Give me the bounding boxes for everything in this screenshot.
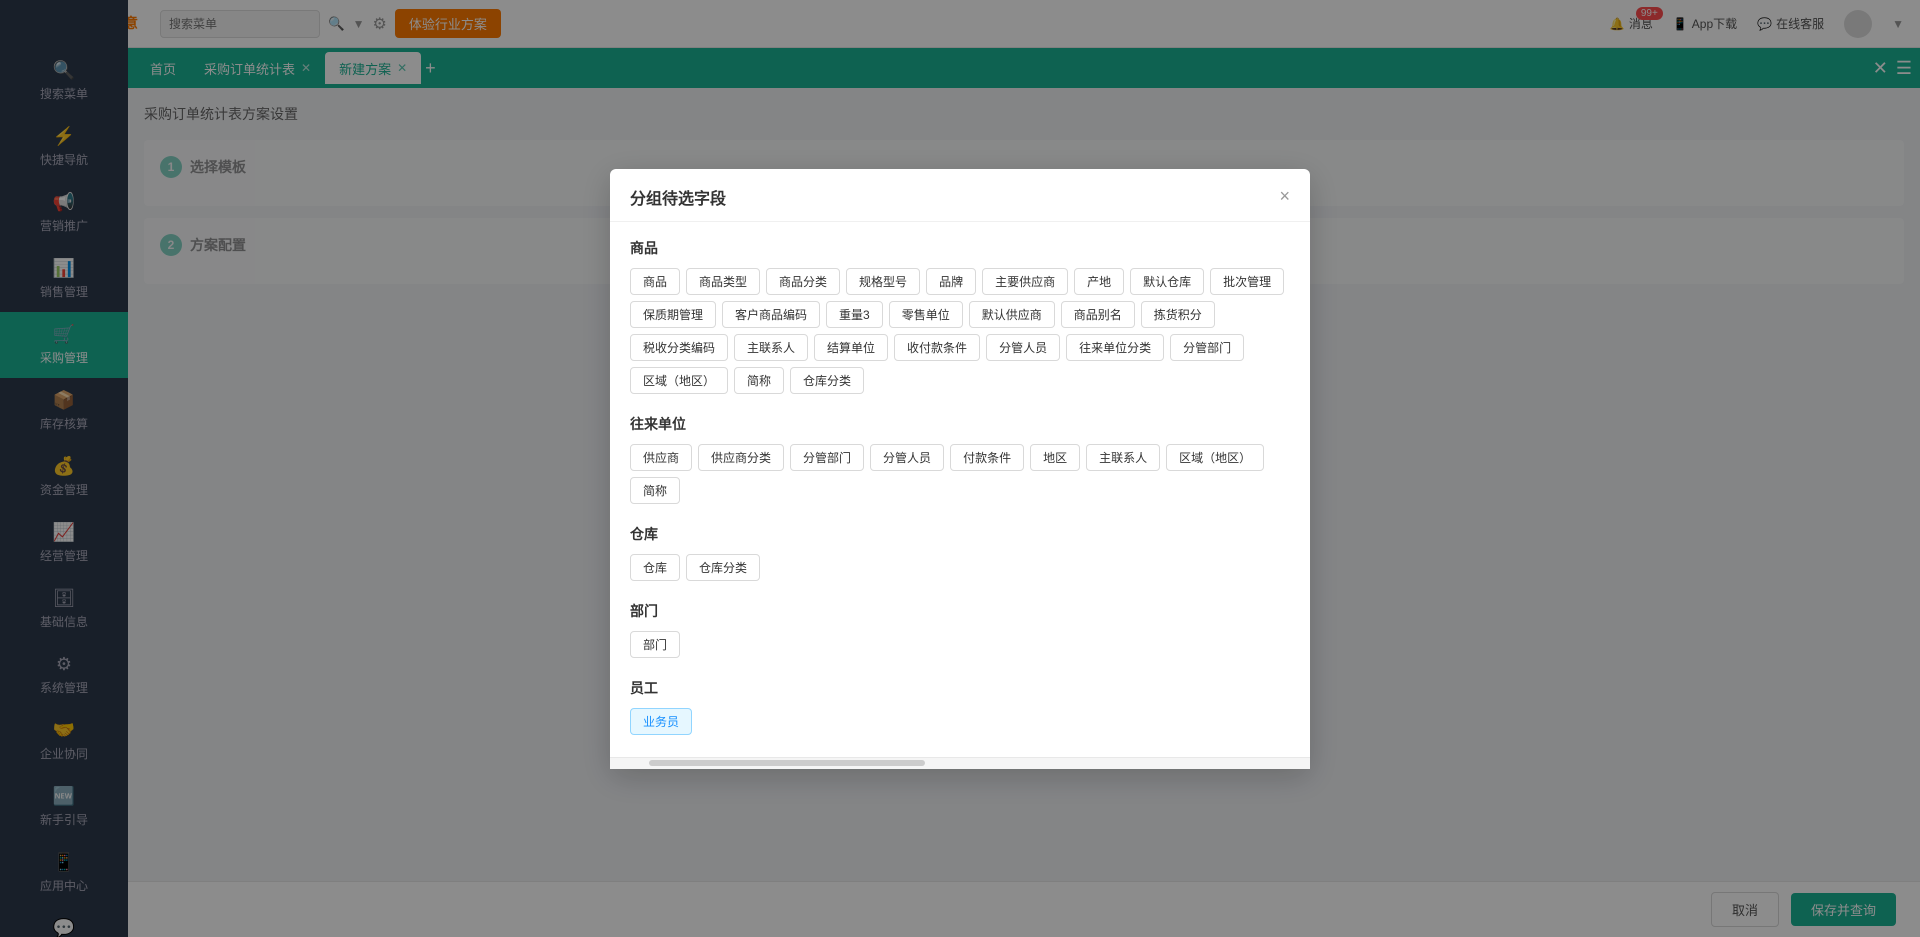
section-tags-goods: 商品商品类型商品分类规格型号品牌主要供应商产地默认仓库批次管理保质期管理客户商品… — [630, 268, 1290, 394]
field-tag-goods-15[interactable]: 拣货积分 — [1141, 301, 1215, 328]
section-tags-employee: 业务员 — [630, 708, 1290, 735]
modal-horizontal-scrollbar[interactable] — [610, 757, 1310, 769]
field-tag-goods-17[interactable]: 主联系人 — [734, 334, 808, 361]
field-tag-goods-8[interactable]: 批次管理 — [1210, 268, 1284, 295]
field-tag-goods-10[interactable]: 客户商品编码 — [722, 301, 820, 328]
field-tag-partner-5[interactable]: 地区 — [1030, 444, 1080, 471]
field-tag-goods-5[interactable]: 主要供应商 — [982, 268, 1068, 295]
field-tag-partner-1[interactable]: 供应商分类 — [698, 444, 784, 471]
section-title-warehouse: 仓库 — [630, 524, 1290, 544]
field-tag-partner-8[interactable]: 简称 — [630, 477, 680, 504]
field-tag-goods-0[interactable]: 商品 — [630, 268, 680, 295]
modal-close-button[interactable]: × — [1279, 186, 1290, 207]
modal-scrollbar-thumb[interactable] — [649, 760, 926, 766]
modal-section-warehouse: 仓库仓库仓库分类 — [630, 524, 1290, 581]
field-tag-goods-13[interactable]: 默认供应商 — [969, 301, 1055, 328]
modal-section-employee: 员工业务员 — [630, 678, 1290, 735]
field-tag-partner-7[interactable]: 区域（地区） — [1166, 444, 1264, 471]
modal-body: 商品商品商品类型商品分类规格型号品牌主要供应商产地默认仓库批次管理保质期管理客户… — [610, 222, 1310, 757]
field-tag-goods-18[interactable]: 结算单位 — [814, 334, 888, 361]
field-tag-goods-20[interactable]: 分管人员 — [986, 334, 1060, 361]
field-tag-goods-9[interactable]: 保质期管理 — [630, 301, 716, 328]
field-tag-goods-23[interactable]: 区域（地区） — [630, 367, 728, 394]
modal-title: 分组待选字段 — [630, 185, 726, 209]
field-tag-goods-22[interactable]: 分管部门 — [1170, 334, 1244, 361]
modal-section-goods: 商品商品商品类型商品分类规格型号品牌主要供应商产地默认仓库批次管理保质期管理客户… — [630, 238, 1290, 394]
field-tag-partner-4[interactable]: 付款条件 — [950, 444, 1024, 471]
field-tag-partner-2[interactable]: 分管部门 — [790, 444, 864, 471]
field-tag-goods-1[interactable]: 商品类型 — [686, 268, 760, 295]
field-tag-goods-19[interactable]: 收付款条件 — [894, 334, 980, 361]
field-tag-partner-6[interactable]: 主联系人 — [1086, 444, 1160, 471]
section-title-department: 部门 — [630, 601, 1290, 621]
field-tag-employee-0[interactable]: 业务员 — [630, 708, 692, 735]
section-tags-partner: 供应商供应商分类分管部门分管人员付款条件地区主联系人区域（地区） 简称 — [630, 444, 1290, 504]
modal-section-partner: 往来单位供应商供应商分类分管部门分管人员付款条件地区主联系人区域（地区） 简称 — [630, 414, 1290, 504]
modal-header: 分组待选字段 × — [610, 169, 1310, 222]
field-tag-goods-12[interactable]: 零售单位 — [889, 301, 963, 328]
field-tag-goods-21[interactable]: 往来单位分类 — [1066, 334, 1164, 361]
field-tag-partner-3[interactable]: 分管人员 — [870, 444, 944, 471]
section-title-partner: 往来单位 — [630, 414, 1290, 434]
field-tag-goods-16[interactable]: 税收分类编码 — [630, 334, 728, 361]
modal-section-department: 部门部门 — [630, 601, 1290, 658]
field-tag-goods-7[interactable]: 默认仓库 — [1130, 268, 1204, 295]
field-tag-department-0[interactable]: 部门 — [630, 631, 680, 658]
field-tag-partner-0[interactable]: 供应商 — [630, 444, 692, 471]
field-tag-goods-4[interactable]: 品牌 — [926, 268, 976, 295]
field-tag-warehouse-1[interactable]: 仓库分类 — [686, 554, 760, 581]
section-tags-department: 部门 — [630, 631, 1290, 658]
field-tag-goods-3[interactable]: 规格型号 — [846, 268, 920, 295]
field-tag-goods-11[interactable]: 重量3 — [826, 301, 883, 328]
field-tag-goods-14[interactable]: 商品别名 — [1061, 301, 1135, 328]
section-title-goods: 商品 — [630, 238, 1290, 258]
field-tag-warehouse-0[interactable]: 仓库 — [630, 554, 680, 581]
section-tags-warehouse: 仓库仓库分类 — [630, 554, 1290, 581]
modal-overlay: 分组待选字段 × 商品商品商品类型商品分类规格型号品牌主要供应商产地默认仓库批次… — [0, 0, 1920, 937]
section-title-employee: 员工 — [630, 678, 1290, 698]
field-tag-goods-2[interactable]: 商品分类 — [766, 268, 840, 295]
modal-dialog: 分组待选字段 × 商品商品商品类型商品分类规格型号品牌主要供应商产地默认仓库批次… — [610, 169, 1310, 769]
field-tag-goods-25[interactable]: 仓库分类 — [790, 367, 864, 394]
field-tag-goods-24[interactable]: 简称 — [734, 367, 784, 394]
field-tag-goods-6[interactable]: 产地 — [1074, 268, 1124, 295]
